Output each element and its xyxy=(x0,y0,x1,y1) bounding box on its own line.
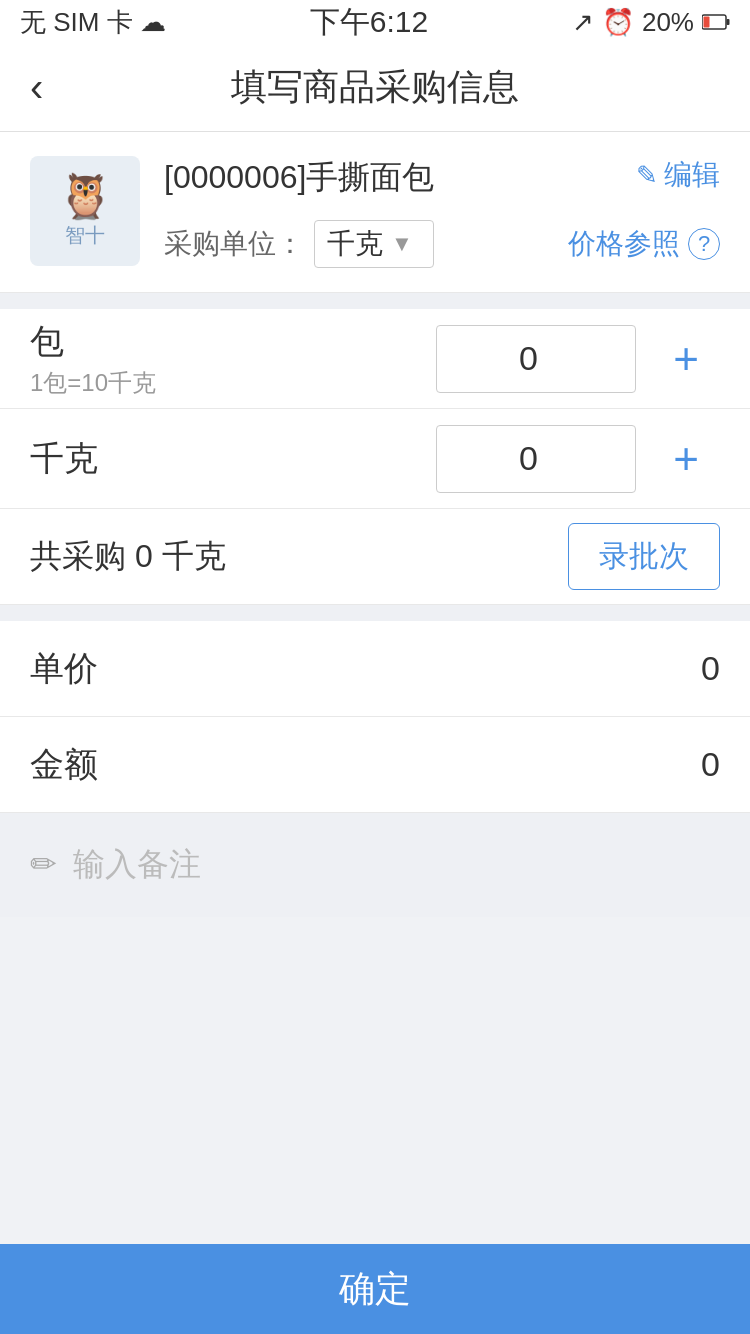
page-title: 填写商品采购信息 xyxy=(231,63,519,112)
unit-row: 采购单位： 千克 ▼ 价格参照 ? xyxy=(164,220,720,268)
amount-row: 金额 0 xyxy=(0,717,750,813)
nav-bar: ‹ 填写商品采购信息 xyxy=(0,44,750,132)
bag-label-group: 包 1包=10千克 xyxy=(30,319,190,399)
dropdown-arrow-icon: ▼ xyxy=(391,231,413,257)
unit-price-value: 0 xyxy=(701,649,720,688)
svg-rect-2 xyxy=(704,17,710,28)
section-divider-2 xyxy=(0,605,750,621)
confirm-button[interactable]: 确定 xyxy=(0,1244,750,1334)
product-info: [0000006]手撕面包 ✎ 编辑 采购单位： 千克 ▼ 价格参照 ? xyxy=(164,156,720,268)
kg-main-label: 千克 xyxy=(30,436,190,482)
help-icon: ? xyxy=(688,228,720,260)
amount-value: 0 xyxy=(701,745,720,784)
unit-price-label: 单价 xyxy=(30,646,98,692)
notes-placeholder: 输入备注 xyxy=(73,843,201,887)
kg-plus-button[interactable]: + xyxy=(652,425,720,493)
kg-input[interactable] xyxy=(436,425,636,493)
section-divider-1 xyxy=(0,293,750,309)
price-section: 单价 0 金额 0 xyxy=(0,621,750,813)
record-batch-button[interactable]: 录批次 xyxy=(568,523,720,590)
bag-sub-label: 1包=10千克 xyxy=(30,367,190,399)
status-bar: 无 SIM 卡 ☁ 下午6:12 ↗ ⏰ 20% xyxy=(0,0,750,44)
kg-input-wrap: + xyxy=(190,425,720,493)
battery-icon xyxy=(702,14,730,30)
unit-label-text: 采购单位： xyxy=(164,225,304,263)
status-right: ↗ ⏰ 20% xyxy=(572,7,730,38)
unit-label: 采购单位： 千克 ▼ xyxy=(164,220,434,268)
product-logo-icon: 🦉 xyxy=(58,174,113,218)
pencil-icon: ✏ xyxy=(30,845,57,883)
notes-section[interactable]: ✏ 输入备注 xyxy=(0,813,750,917)
bag-main-label: 包 xyxy=(30,319,190,365)
edit-label: 编辑 xyxy=(664,156,720,194)
svg-rect-1 xyxy=(727,19,730,25)
edit-button[interactable]: ✎ 编辑 xyxy=(636,156,720,194)
total-text: 共采购 0 千克 xyxy=(30,535,226,579)
price-ref-button[interactable]: 价格参照 ? xyxy=(568,225,720,263)
bag-plus-button[interactable]: + xyxy=(652,325,720,393)
location-icon: ↗ xyxy=(572,7,594,38)
total-row: 共采购 0 千克 录批次 xyxy=(0,509,750,605)
battery-level: 20% xyxy=(642,7,694,38)
bag-input[interactable] xyxy=(436,325,636,393)
kg-input-row: 千克 + xyxy=(0,409,750,509)
input-section: 包 1包=10千克 + 千克 + xyxy=(0,309,750,509)
edit-icon: ✎ xyxy=(636,160,658,191)
unit-select[interactable]: 千克 ▼ xyxy=(314,220,434,268)
product-logo-text: 智十 xyxy=(65,222,105,249)
sim-status: 无 SIM 卡 ☁ xyxy=(20,5,166,40)
status-time: 下午6:12 xyxy=(310,2,428,43)
bag-input-row: 包 1包=10千克 + xyxy=(0,309,750,409)
amount-label: 金额 xyxy=(30,742,98,788)
bag-input-wrap: + xyxy=(190,325,720,393)
kg-label-group: 千克 xyxy=(30,436,190,482)
price-ref-label: 价格参照 xyxy=(568,225,680,263)
product-name: [0000006]手撕面包 xyxy=(164,156,434,200)
unit-price-row: 单价 0 xyxy=(0,621,750,717)
main-content: 🦉 智十 [0000006]手撕面包 ✎ 编辑 采购单位： 千克 ▼ xyxy=(0,132,750,1007)
back-button[interactable]: ‹ xyxy=(30,65,43,110)
unit-value: 千克 xyxy=(327,225,383,263)
product-card: 🦉 智十 [0000006]手撕面包 ✎ 编辑 采购单位： 千克 ▼ xyxy=(0,132,750,293)
product-image: 🦉 智十 xyxy=(30,156,140,266)
status-left: 无 SIM 卡 ☁ xyxy=(20,5,166,40)
alarm-icon: ⏰ xyxy=(602,7,634,38)
product-name-row: [0000006]手撕面包 ✎ 编辑 xyxy=(164,156,720,200)
